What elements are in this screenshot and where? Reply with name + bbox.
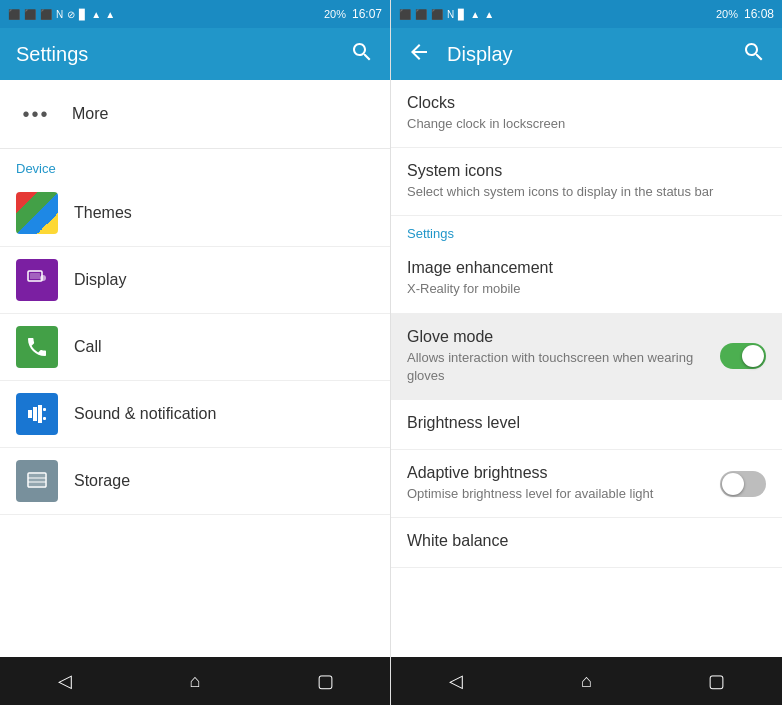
system-icons-title: System icons bbox=[407, 162, 766, 180]
clocks-subtitle: Change clock in lockscreen bbox=[407, 115, 766, 133]
right-back-button[interactable]: ◁ bbox=[436, 661, 476, 701]
svg-rect-1 bbox=[30, 273, 40, 279]
adaptive-brightness-subtitle: Optimise brightness level for available … bbox=[407, 485, 720, 503]
sound-icon bbox=[16, 393, 58, 435]
storage-label: Storage bbox=[74, 472, 130, 490]
app-icon-3: ⬛ bbox=[40, 9, 52, 20]
block-icon: ⊘ bbox=[67, 9, 75, 20]
left-time: 16:07 bbox=[352, 7, 382, 21]
left-bottom-nav: ◁ ⌂ ▢ bbox=[0, 657, 390, 705]
right-home-button[interactable]: ⌂ bbox=[566, 661, 606, 701]
clocks-title: Clocks bbox=[407, 94, 766, 112]
adaptive-brightness-title: Adaptive brightness bbox=[407, 464, 720, 482]
display-item-clocks[interactable]: Clocks Change clock in lockscreen bbox=[391, 80, 782, 148]
signal-icon: ▊ bbox=[79, 9, 87, 20]
white-balance-title: White balance bbox=[407, 532, 766, 550]
settings-item-storage[interactable]: Storage bbox=[0, 448, 390, 515]
svg-rect-5 bbox=[38, 405, 42, 423]
left-home-button[interactable]: ⌂ bbox=[175, 661, 215, 701]
display-item-white-balance[interactable]: White balance bbox=[391, 518, 782, 568]
more-dots-icon: ••• bbox=[16, 94, 56, 134]
display-panel: ⬛ ⬛ ⬛ N ▊ ▲ ▲ 20% 16:08 Display bbox=[391, 0, 782, 705]
right-recent-button[interactable]: ▢ bbox=[697, 661, 737, 701]
svg-rect-7 bbox=[43, 417, 46, 420]
right-bottom-nav: ◁ ⌂ ▢ bbox=[391, 657, 782, 705]
display-item-adaptive-brightness[interactable]: Adaptive brightness Optimise brightness … bbox=[391, 450, 782, 518]
themes-label: Themes bbox=[74, 204, 132, 222]
glove-mode-toggle-knob bbox=[742, 345, 764, 367]
themes-icon bbox=[16, 192, 58, 234]
app-icon-1: ⬛ bbox=[8, 9, 20, 20]
svg-rect-6 bbox=[43, 408, 46, 411]
display-title: Display bbox=[447, 43, 742, 66]
adaptive-brightness-text: Adaptive brightness Optimise brightness … bbox=[407, 464, 720, 503]
display-list: Clocks Change clock in lockscreen System… bbox=[391, 80, 782, 657]
display-search-icon[interactable] bbox=[742, 40, 766, 69]
settings-list: ••• More Device Themes Display bbox=[0, 80, 390, 657]
right-status-icons: ⬛ ⬛ ⬛ N ▊ ▲ ▲ bbox=[399, 9, 494, 20]
call-label: Call bbox=[74, 338, 102, 356]
glove-mode-title: Glove mode bbox=[407, 328, 720, 346]
left-status-bar: ⬛ ⬛ ⬛ N ⊘ ▊ ▲ ▲ 20% 16:07 bbox=[0, 0, 390, 28]
right-app-icon-1: ⬛ bbox=[399, 9, 411, 20]
left-status-icons: ⬛ ⬛ ⬛ N ⊘ ▊ ▲ ▲ bbox=[8, 9, 115, 20]
display-icon bbox=[16, 259, 58, 301]
right-status-bar: ⬛ ⬛ ⬛ N ▊ ▲ ▲ 20% 16:08 bbox=[391, 0, 782, 28]
display-item-brightness[interactable]: Brightness level bbox=[391, 400, 782, 450]
right-network-icon: ▲ bbox=[484, 9, 494, 20]
left-back-button[interactable]: ◁ bbox=[45, 661, 85, 701]
adaptive-brightness-toggle[interactable] bbox=[720, 471, 766, 497]
call-icon bbox=[16, 326, 58, 368]
right-app-icon-2: ⬛ bbox=[415, 9, 427, 20]
right-signal-icon: ▊ bbox=[458, 9, 466, 20]
right-time: 16:08 bbox=[744, 7, 774, 21]
nfc-icon: N bbox=[56, 9, 63, 20]
svg-rect-3 bbox=[28, 410, 32, 418]
wifi-icon: ▲ bbox=[91, 9, 101, 20]
right-wifi-icon: ▲ bbox=[470, 9, 480, 20]
right-battery: 20% bbox=[716, 8, 738, 20]
display-settings-section: Settings bbox=[391, 216, 782, 245]
svg-point-2 bbox=[40, 275, 46, 281]
settings-item-call[interactable]: Call bbox=[0, 314, 390, 381]
image-enhancement-subtitle: X-Reality for mobile bbox=[407, 280, 766, 298]
app-icon-2: ⬛ bbox=[24, 9, 36, 20]
right-app-icon-3: ⬛ bbox=[431, 9, 443, 20]
sound-label: Sound & notification bbox=[74, 405, 216, 423]
system-icons-subtitle: Select which system icons to display in … bbox=[407, 183, 766, 201]
network-icon: ▲ bbox=[105, 9, 115, 20]
settings-item-display[interactable]: Display bbox=[0, 247, 390, 314]
settings-search-icon[interactable] bbox=[350, 40, 374, 69]
glove-mode-subtitle: Allows interaction with touchscreen when… bbox=[407, 349, 720, 385]
more-item[interactable]: ••• More bbox=[0, 80, 390, 149]
svg-rect-9 bbox=[29, 474, 45, 486]
adaptive-brightness-toggle-knob bbox=[722, 473, 744, 495]
left-battery: 20% bbox=[324, 8, 346, 20]
display-item-glove-mode[interactable]: Glove mode Allows interaction with touch… bbox=[391, 314, 782, 400]
right-nfc-icon: N bbox=[447, 9, 454, 20]
display-item-system-icons[interactable]: System icons Select which system icons t… bbox=[391, 148, 782, 216]
settings-panel: ⬛ ⬛ ⬛ N ⊘ ▊ ▲ ▲ 20% 16:07 Settings ••• M… bbox=[0, 0, 391, 705]
brightness-title: Brightness level bbox=[407, 414, 766, 432]
display-item-image-enhancement[interactable]: Image enhancement X-Reality for mobile bbox=[391, 245, 782, 313]
display-toolbar: Display bbox=[391, 28, 782, 80]
image-enhancement-title: Image enhancement bbox=[407, 259, 766, 277]
storage-icon bbox=[16, 460, 58, 502]
settings-item-sound[interactable]: Sound & notification bbox=[0, 381, 390, 448]
glove-mode-toggle[interactable] bbox=[720, 343, 766, 369]
svg-rect-4 bbox=[33, 407, 37, 421]
settings-title: Settings bbox=[16, 43, 350, 66]
device-section-header: Device bbox=[0, 149, 390, 180]
back-icon[interactable] bbox=[407, 40, 431, 69]
glove-mode-text: Glove mode Allows interaction with touch… bbox=[407, 328, 720, 385]
more-label: More bbox=[72, 105, 108, 123]
display-label: Display bbox=[74, 271, 126, 289]
settings-item-themes[interactable]: Themes bbox=[0, 180, 390, 247]
left-recent-button[interactable]: ▢ bbox=[305, 661, 345, 701]
settings-toolbar: Settings bbox=[0, 28, 390, 80]
